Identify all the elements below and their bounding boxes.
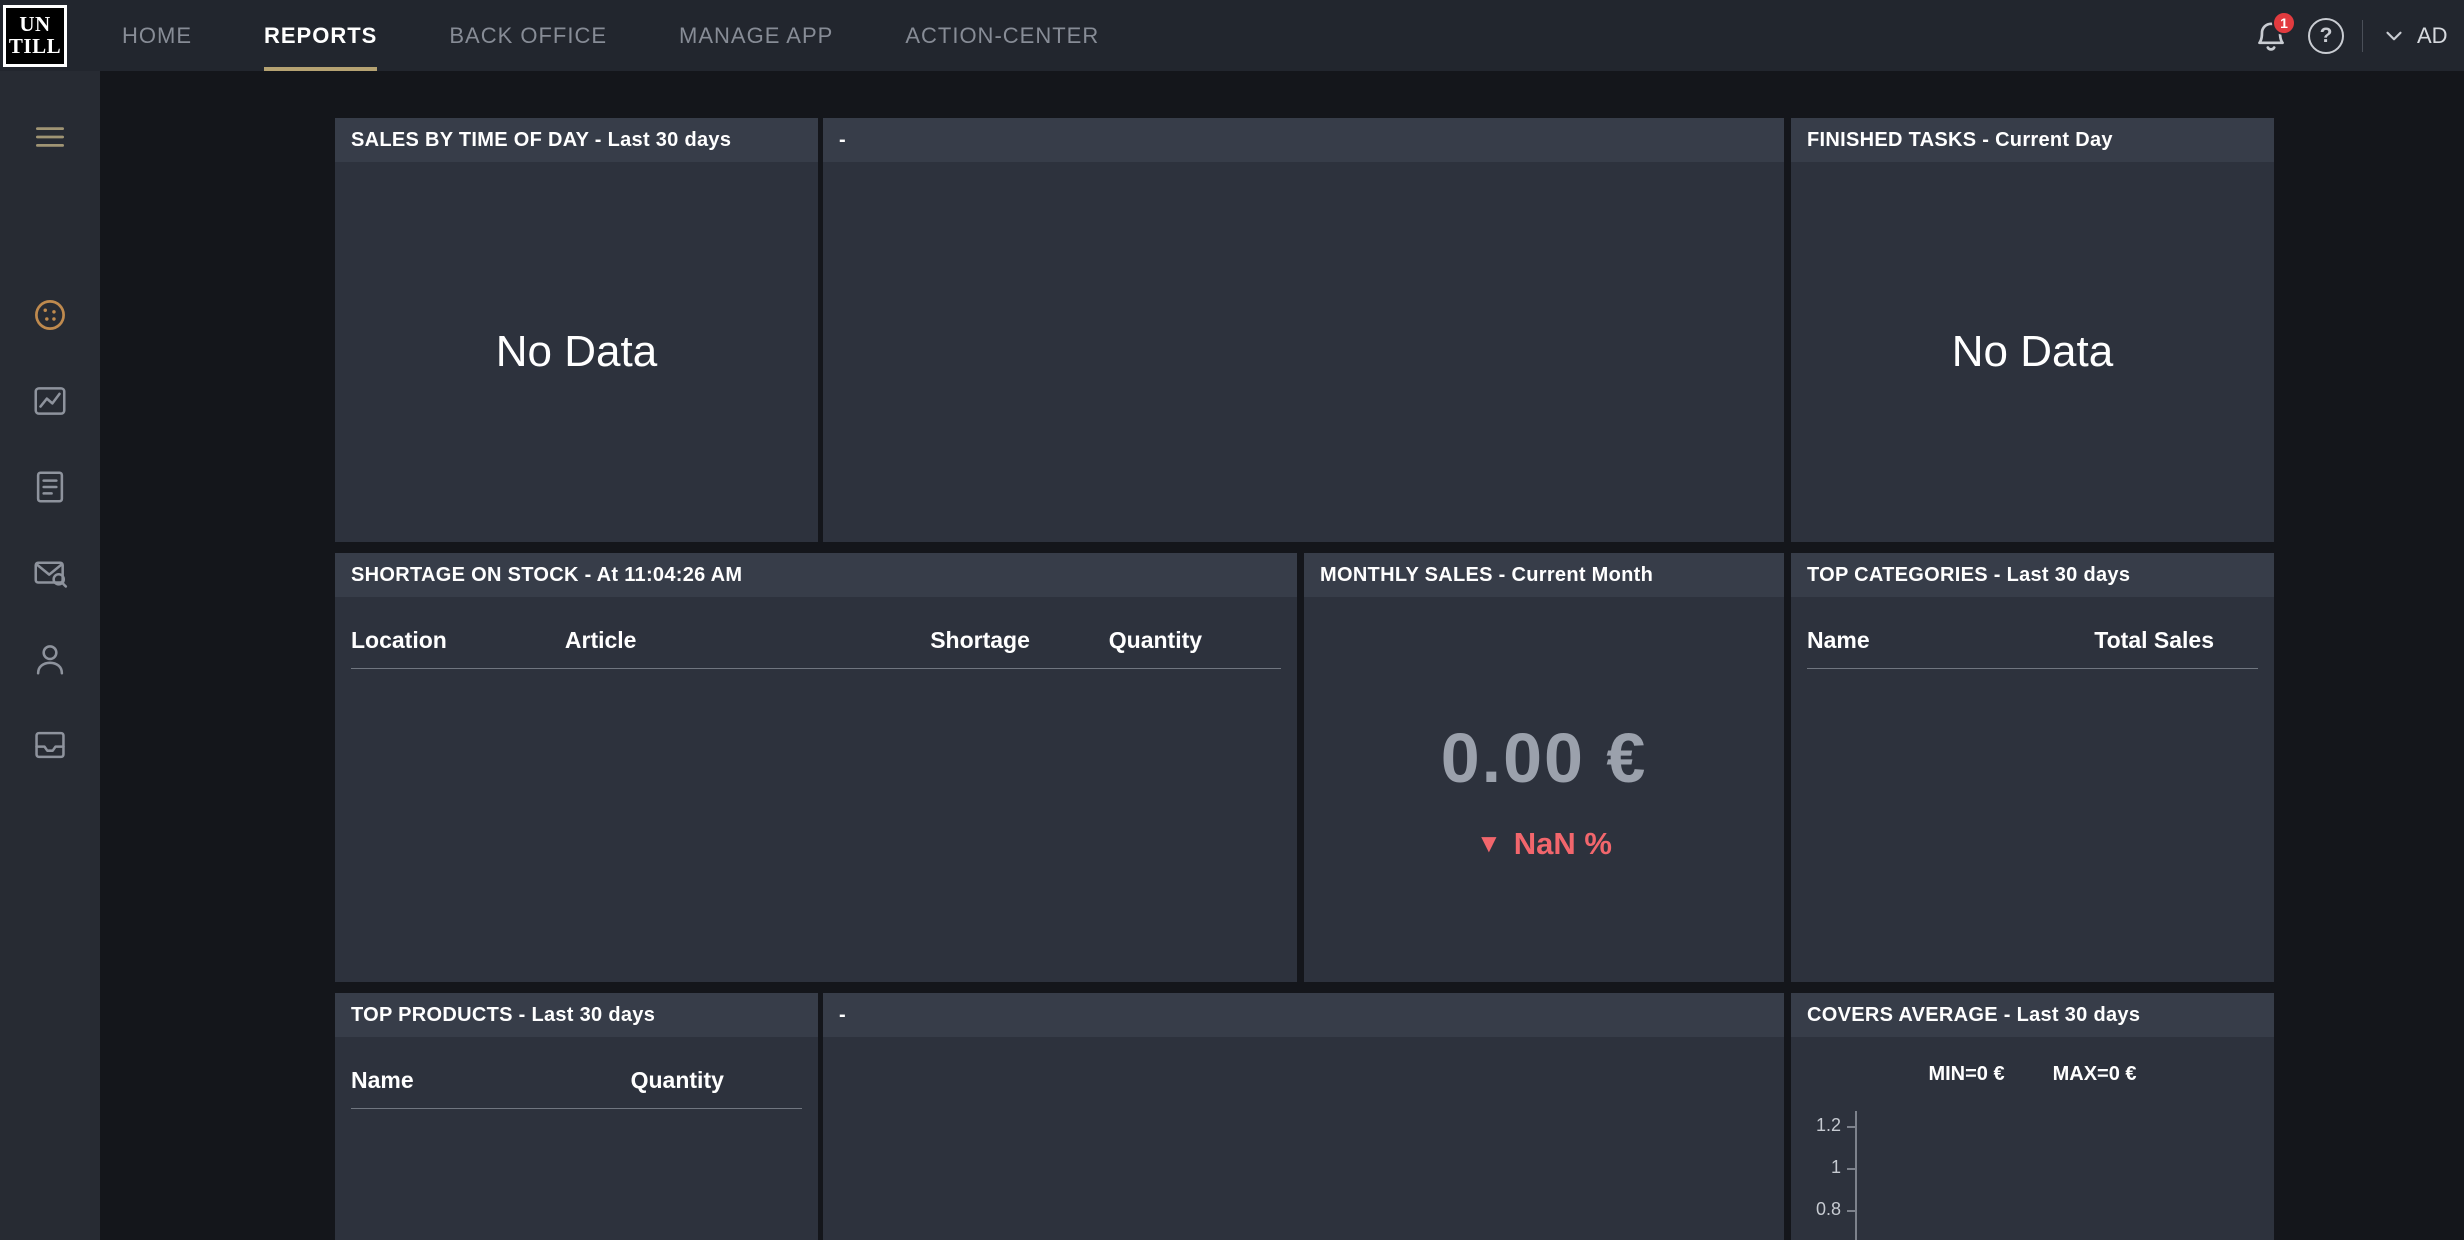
column-header: Total Sales bbox=[2094, 627, 2214, 653]
panel-shortage-on-stock: SHORTAGE ON STOCK - At 11:04:26 AM Locat… bbox=[335, 553, 1297, 982]
monthly-sales-value: 0.00 € bbox=[1440, 718, 1648, 797]
panel-title: - bbox=[823, 118, 1784, 162]
documents-icon[interactable] bbox=[30, 467, 70, 507]
sales-chart-icon[interactable] bbox=[30, 381, 70, 421]
nav-reports[interactable]: REPORTS bbox=[264, 0, 378, 71]
panel-title: FINISHED TASKS - Current Day bbox=[1791, 118, 2274, 162]
customers-icon[interactable] bbox=[30, 639, 70, 679]
panel-monthly-sales: MONTHLY SALES - Current Month 0.00 € ▼ N… bbox=[1304, 553, 1784, 982]
panel-top-categories: TOP CATEGORIES - Last 30 days Name Total… bbox=[1791, 553, 2274, 982]
panel-title: MONTHLY SALES - Current Month bbox=[1304, 553, 1784, 597]
panel-untitled-bottom: - Bear bbox=[823, 993, 1784, 1240]
topbar-actions: 1 ? AD bbox=[2252, 0, 2448, 71]
divider bbox=[2362, 19, 2363, 52]
inbox-icon[interactable] bbox=[30, 725, 70, 765]
column-header: Article bbox=[564, 627, 637, 653]
panel-untitled-top: - bbox=[823, 118, 1784, 542]
top-navigation-bar: UN TILL HOME REPORTS BACK OFFICE MANAGE … bbox=[0, 0, 2464, 71]
notifications-button[interactable]: 1 bbox=[2252, 10, 2296, 55]
triangle-down-icon: ▼ bbox=[1476, 828, 1502, 858]
user-menu-label: AD bbox=[2417, 22, 2448, 48]
panel-finished-tasks: FINISHED TASKS - Current Day No Data bbox=[1791, 118, 2274, 542]
monthly-sales-delta: ▼ NaN % bbox=[1476, 826, 1612, 862]
notification-badge: 1 bbox=[2272, 10, 2296, 35]
left-sidebar bbox=[0, 71, 100, 1240]
user-menu[interactable]: AD bbox=[2381, 23, 2448, 49]
panel-title: TOP PRODUCTS - Last 30 days bbox=[335, 993, 818, 1037]
column-header: Name bbox=[351, 1067, 414, 1093]
covers-average-chart: 1.2 1 0.8 bbox=[1791, 993, 2274, 1240]
nav-action-center[interactable]: ACTION-CENTER bbox=[905, 0, 1099, 71]
logo-line2: TILL bbox=[8, 33, 62, 58]
logo-line1: UN bbox=[19, 12, 51, 37]
chevron-down-icon bbox=[2381, 23, 2407, 49]
y-tick-label: 1 bbox=[1830, 1157, 1841, 1177]
panel-title: TOP CATEGORIES - Last 30 days bbox=[1791, 553, 2274, 597]
untill-logo[interactable]: UN TILL bbox=[3, 4, 67, 67]
panel-covers-average: COVERS AVERAGE - Last 30 days MIN=0 € MA… bbox=[1791, 993, 2274, 1240]
column-header: Shortage bbox=[930, 627, 1030, 653]
no-data-text: No Data bbox=[1951, 327, 2114, 376]
hamburger-menu-icon[interactable] bbox=[30, 117, 70, 157]
shortage-table-header: Location Article Shortage Quantity bbox=[351, 627, 1281, 669]
column-header: Quantity bbox=[630, 1067, 724, 1093]
cookie-icon[interactable] bbox=[30, 295, 70, 335]
panel-title: - bbox=[823, 993, 1784, 1037]
y-tick-label: 1.2 bbox=[1815, 1115, 1841, 1135]
help-button[interactable]: ? bbox=[2308, 17, 2344, 54]
delta-text: NaN % bbox=[1513, 825, 1612, 861]
panel-title: SHORTAGE ON STOCK - At 11:04:26 AM bbox=[335, 553, 1297, 597]
y-axis bbox=[1855, 1111, 1857, 1240]
nav-manage-app[interactable]: MANAGE APP bbox=[679, 0, 833, 71]
question-mark-icon: ? bbox=[2319, 23, 2333, 47]
column-header: Name bbox=[1807, 627, 1870, 653]
no-data-text: No Data bbox=[495, 327, 658, 376]
categories-table-header: Name Total Sales bbox=[1807, 627, 2258, 669]
panel-top-products: TOP PRODUCTS - Last 30 days Name Quantit… bbox=[335, 993, 818, 1240]
products-table-header: Name Quantity bbox=[351, 1067, 802, 1109]
main-nav: HOME REPORTS BACK OFFICE MANAGE APP ACTI… bbox=[122, 0, 1099, 71]
nav-home[interactable]: HOME bbox=[122, 0, 192, 71]
y-tick-label: 0.8 bbox=[1815, 1199, 1841, 1219]
panel-sales-by-time-of-day: SALES BY TIME OF DAY - Last 30 days No D… bbox=[335, 118, 818, 542]
panel-title: SALES BY TIME OF DAY - Last 30 days bbox=[335, 118, 818, 162]
column-header: Location bbox=[351, 627, 447, 653]
nav-back-office[interactable]: BACK OFFICE bbox=[449, 0, 607, 71]
column-header: Quantity bbox=[1108, 627, 1203, 653]
mail-search-icon[interactable] bbox=[30, 553, 70, 593]
